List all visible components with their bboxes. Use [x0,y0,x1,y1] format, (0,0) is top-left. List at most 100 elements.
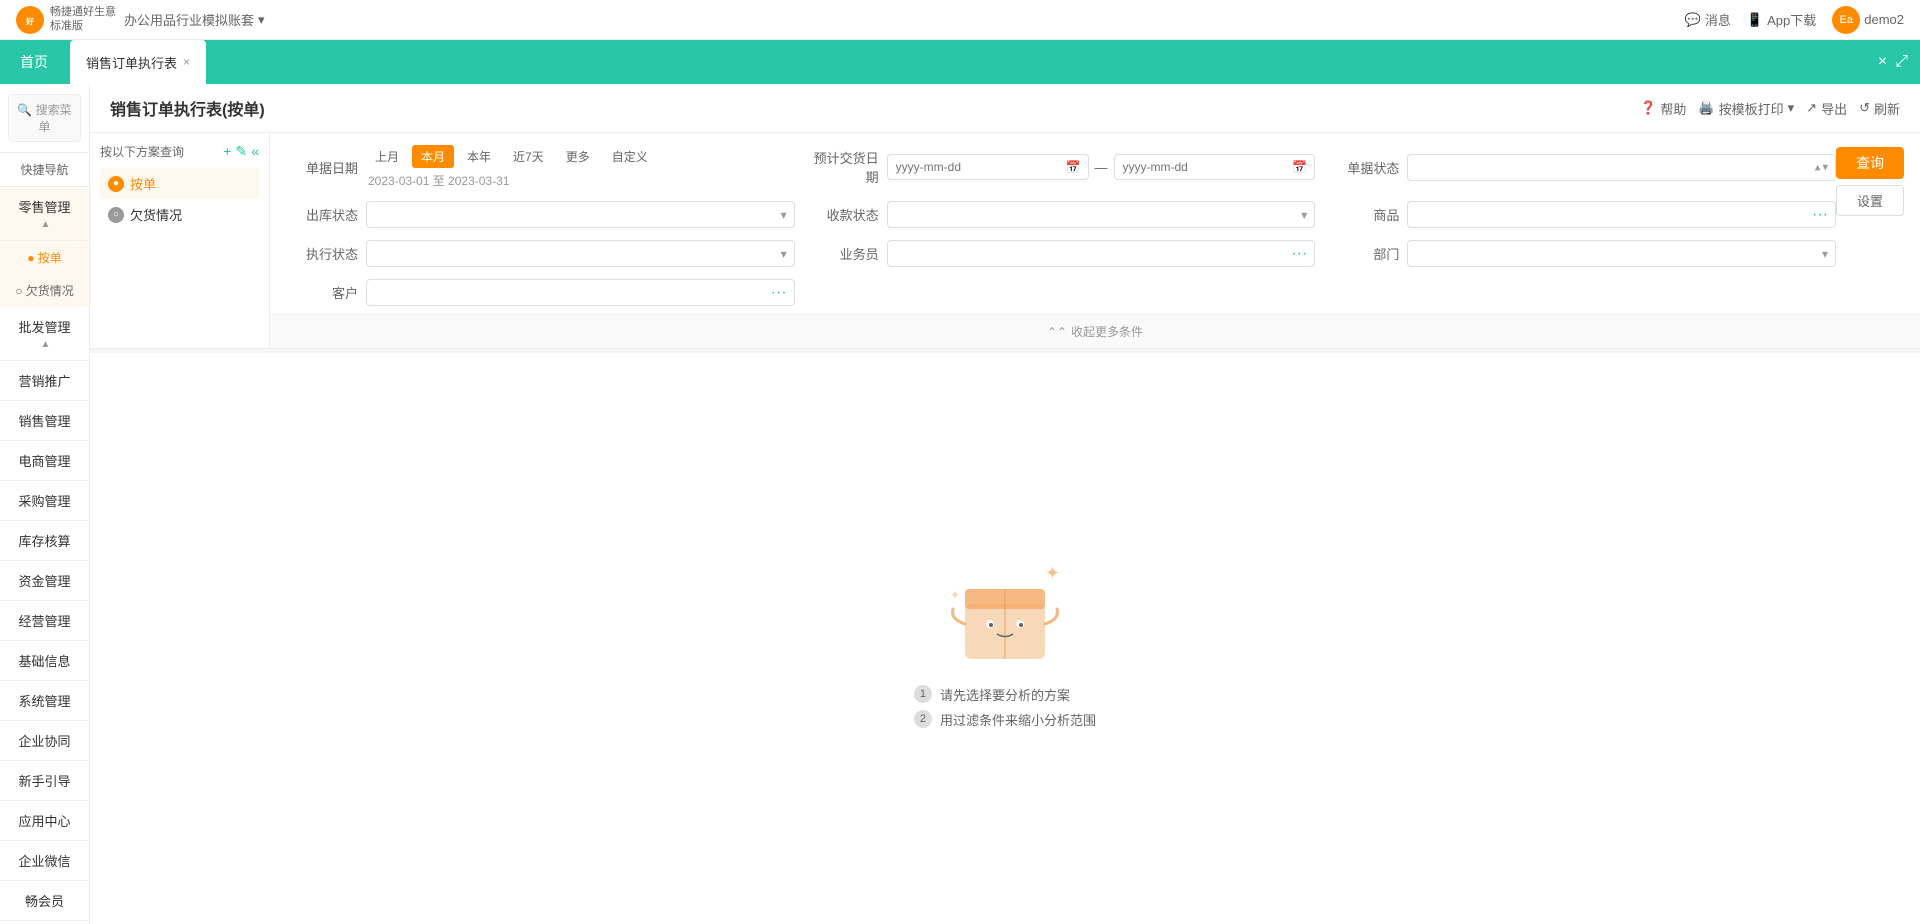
app-download-button[interactable]: 📱 App下载 [1747,10,1816,29]
customer-filter-item: 客户 ··· [286,279,795,306]
template-print-button[interactable]: 🖨️ 按模板打印 ▾ [1698,99,1794,118]
sidebar-item-appstore[interactable]: 应用中心 [0,801,89,841]
delivery-status-select[interactable] [366,201,795,228]
nav-title[interactable]: 办公用品行业模拟账套 ▾ [124,10,265,29]
sidebar-item-enterprise[interactable]: 企业协同 [0,721,89,761]
help-button[interactable]: ❓ 帮助 [1640,99,1686,118]
scheme-add-icon[interactable]: + [223,143,231,160]
svg-text:好: 好 [25,16,34,26]
customer-more-icon[interactable]: ··· [771,284,787,302]
date-tab-this-year[interactable]: 本年 [458,145,500,168]
message-button[interactable]: 💬 消息 [1685,10,1731,29]
expected-delivery-start: 📅 [887,154,1089,180]
sidebar-item-inventory[interactable]: 库存核算 [0,521,89,561]
sidebar-item-newbie[interactable]: 新手引导 [0,761,89,801]
tab-label: 销售订单执行表 [86,53,177,72]
sidebar-sub-item-qianhuang[interactable]: ○ 欠货情况 [0,274,89,307]
main-layout: 🔍 搜索菜单 快捷导航 零售管理 ▲ ● 按单 ○ 欠货情况 批发管理 ▲ [0,84,1920,924]
expected-delivery-end-input[interactable] [1114,154,1316,180]
payment-status-select[interactable] [887,201,1316,228]
sidebar-item-marketing[interactable]: 营销推广 [0,361,89,401]
step-1-text: 请先选择要分析的方案 [940,685,1070,704]
sales-rep-input[interactable] [887,240,1316,267]
empty-step-1: 1 请先选择要分析的方案 [914,685,1096,704]
step-2-num: 2 [914,710,932,728]
sidebar-item-label: 应用中心 [18,811,70,830]
sidebar-item-basic[interactable]: 基础信息 [0,641,89,681]
setting-button[interactable]: 设置 [1836,185,1904,216]
chevron-down-icon: ▲ [41,219,51,230]
sidebar-item-wholesale[interactable]: 批发管理 ▲ [0,307,89,361]
sidebar-item-wechat[interactable]: 企业微信 [0,841,89,881]
expected-delivery-label: 预计交货日期 [807,148,879,186]
delivery-status-filter-item: 出库状态 [286,201,795,228]
tab-home[interactable]: 首页 [0,40,68,84]
sidebar-item-retail[interactable]: 零售管理 ▲ [0,187,89,241]
date-tab-custom[interactable]: 自定义 [603,145,657,168]
sidebar: 🔍 搜索菜单 快捷导航 零售管理 ▲ ● 按单 ○ 欠货情况 批发管理 ▲ [0,84,90,924]
scheme-item-icon-active: ● [108,176,124,192]
delivery-status-control [366,201,795,228]
scheme-item-anjiandan[interactable]: ● 按单 [100,168,259,199]
execution-status-filter-item: 执行状态 [286,240,795,267]
tab-close-icon[interactable]: × [183,55,190,69]
step-2-text: 用过滤条件来缩小分析范围 [940,710,1096,729]
scheme-item-qianhuang[interactable]: ○ 欠货情况 [100,199,259,230]
sales-rep-more-icon[interactable]: ··· [1291,245,1307,263]
sidebar-shortcut[interactable]: 快捷导航 [0,153,89,187]
sidebar-item-label: 采购管理 [18,491,70,510]
calendar-start-icon: 📅 [1066,160,1081,174]
order-status-label: 单据状态 [1327,158,1399,177]
scheme-edit-icon[interactable]: ✎ [235,143,247,160]
query-button[interactable]: 查询 [1836,147,1904,179]
window-close-icon[interactable]: × [1878,53,1887,71]
scheme-header: 按以下方案查询 + ✎ « [100,143,259,160]
execution-status-select[interactable] [366,240,795,267]
search-menu-button[interactable]: 🔍 搜索菜单 [8,94,81,142]
date-tab-this-month[interactable]: 本月 [412,145,454,168]
window-expand-icon[interactable]: ⤢ [1895,53,1908,71]
sidebar-item-ecommerce[interactable]: 电商管理 [0,441,89,481]
customer-input[interactable] [366,279,795,306]
order-status-filter-item: 单据状态 ▴ ▾ [1327,154,1836,181]
sidebar-item-finance[interactable]: 资金管理 [0,561,89,601]
sidebar-item-member[interactable]: 畅会员 [0,881,89,921]
sidebar-item-label: 企业微信 [18,851,70,870]
delivery-status-label: 出库状态 [286,205,358,224]
tab-bar-right: × ⤢ [1878,53,1920,71]
sidebar-item-system[interactable]: 系统管理 [0,681,89,721]
user-avatar-area[interactable]: Ea demo2 [1832,6,1904,34]
logo-text: 畅捷通好生意 标准版 [50,6,116,32]
scheme-collapse-icon[interactable]: « [251,143,259,160]
sidebar-item-label: 库存核算 [18,531,70,550]
sidebar-search-area: 🔍 搜索菜单 [0,84,89,153]
filter-body: 按以下方案查询 + ✎ « ● 按单 ○ 欠货情况 [90,133,1920,348]
page-actions: ❓ 帮助 🖨️ 按模板打印 ▾ ↗ 导出 ↺ 刷新 [1640,99,1900,130]
goods-more-icon[interactable]: ··· [1812,206,1828,224]
date-tab-7days[interactable]: 近7天 [504,145,553,168]
collapse-label: 收起更多条件 [1071,323,1143,340]
sidebar-sub-item-anjiandan[interactable]: ● 按单 [0,241,89,274]
header-left: 好 畅捷通好生意 标准版 办公用品行业模拟账套 ▾ [16,6,265,34]
date-tabs: 上月 本月 本年 近7天 更多 自定义 [366,145,657,168]
sidebar-item-label: 畅会员 [25,891,64,910]
print-icon: 🖨️ [1698,100,1714,116]
tab-active[interactable]: 销售订单执行表 × [70,40,206,84]
department-select[interactable] [1407,240,1836,267]
status-arrows: ▴ ▾ [1815,161,1828,174]
order-status-select[interactable] [1407,154,1836,181]
header-right: 💬 消息 📱 App下载 Ea demo2 [1685,6,1904,34]
date-tab-last-month[interactable]: 上月 [366,145,408,168]
date-tab-more[interactable]: 更多 [557,145,599,168]
content-area: 销售订单执行表(按单) ❓ 帮助 🖨️ 按模板打印 ▾ ↗ 导出 ↺ 刷新 [90,84,1920,924]
expected-delivery-start-input[interactable] [887,154,1089,180]
empty-steps: 1 请先选择要分析的方案 2 用过滤条件来缩小分析范围 [914,685,1096,729]
collapse-bar[interactable]: ⌃⌃ 收起更多条件 [270,314,1920,348]
sidebar-item-operations[interactable]: 经营管理 [0,601,89,641]
goods-input[interactable] [1407,201,1836,228]
sidebar-item-sales[interactable]: 销售管理 [0,401,89,441]
refresh-button[interactable]: ↺ 刷新 [1859,99,1900,118]
sidebar-item-purchase[interactable]: 采购管理 [0,481,89,521]
scheme-title: 按以下方案查询 [100,143,184,160]
export-button[interactable]: ↗ 导出 [1806,99,1847,118]
